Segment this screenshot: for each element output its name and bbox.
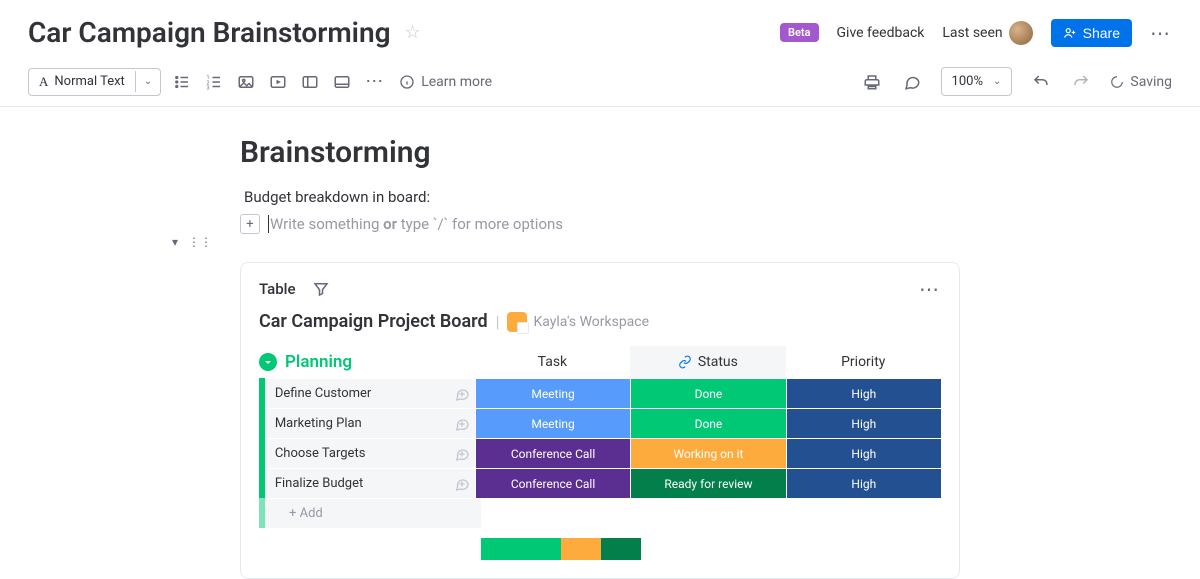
numbered-list-icon[interactable]: 123	[203, 71, 225, 93]
print-icon[interactable]	[861, 71, 883, 93]
column-header-task[interactable]: Task	[475, 346, 630, 378]
compose-input[interactable]: Write something or type `/` for more opt…	[268, 215, 563, 233]
header-more-icon[interactable]: ⋯	[1150, 21, 1172, 45]
last-seen-label: Last seen	[942, 25, 1002, 41]
board-title[interactable]: Car Campaign Project Board	[259, 311, 488, 332]
learn-more-label: Learn more	[421, 74, 492, 90]
add-row-label[interactable]: + Add	[265, 498, 481, 528]
task-cell[interactable]: Meeting	[475, 378, 630, 408]
add-block-button[interactable]: +	[240, 214, 260, 234]
person-plus-icon	[1063, 26, 1077, 40]
table-row[interactable]: Choose Targets Conference CallWorking on …	[259, 438, 941, 468]
separator: |	[496, 312, 500, 331]
embedded-board[interactable]: Table ⋯ Car Campaign Project Board | Kay…	[240, 262, 960, 579]
status-cell[interactable]: Ready for review	[630, 468, 785, 498]
compose-hint-prefix: Write something	[270, 215, 383, 233]
last-seen[interactable]: Last seen	[942, 21, 1032, 45]
column-header-priority[interactable]: Priority	[786, 346, 941, 378]
summary-working	[561, 538, 601, 560]
undo-icon[interactable]	[1030, 71, 1052, 93]
workspace-link[interactable]: Kayla's Workspace	[507, 312, 649, 332]
spinner-icon	[1110, 75, 1124, 89]
status-cell[interactable]: Done	[630, 408, 785, 438]
table-row[interactable]: Finalize Budget Conference CallReady for …	[259, 468, 941, 498]
doc-heading[interactable]: Brainstorming	[240, 135, 960, 170]
board-view-tab[interactable]: Table	[259, 280, 296, 298]
save-status-label: Saving	[1130, 74, 1172, 90]
workspace-badge-icon	[507, 312, 527, 332]
toolbar-more-icon[interactable]: ⋯	[363, 71, 385, 93]
summary-done	[481, 538, 561, 560]
task-cell[interactable]: Conference Call	[475, 438, 630, 468]
info-icon	[399, 74, 415, 90]
row-name[interactable]: Choose Targets	[265, 438, 450, 468]
column-header-status[interactable]: Status	[630, 346, 785, 378]
give-feedback-link[interactable]: Give feedback	[837, 25, 925, 41]
chevron-down-icon: ⌄	[993, 76, 1001, 87]
beta-badge: Beta	[780, 23, 819, 42]
group-collapse-icon[interactable]	[259, 353, 277, 371]
board-more-icon[interactable]: ⋯	[919, 277, 941, 301]
row-name[interactable]: Finalize Budget	[265, 468, 450, 498]
table-row[interactable]: Define Customer MeetingDoneHigh	[259, 378, 941, 408]
zoom-value: 100%	[952, 74, 983, 89]
priority-cell[interactable]: High	[786, 408, 941, 438]
text-style-glyph-icon: A	[39, 74, 48, 90]
avatar[interactable]	[1009, 21, 1033, 45]
filter-icon[interactable]	[310, 278, 332, 300]
chevron-down-icon[interactable]: ⌄	[135, 71, 160, 92]
bulleted-list-icon[interactable]	[171, 71, 193, 93]
status-summary-bar	[241, 528, 959, 560]
comment-icon[interactable]	[901, 71, 923, 93]
doc-subline[interactable]: Budget breakdown in board:	[240, 188, 960, 206]
column-header-status-label: Status	[698, 354, 738, 370]
image-icon[interactable]	[235, 71, 257, 93]
page-title[interactable]: Car Campaign Brainstorming	[28, 16, 391, 49]
compose-hint-or: or	[383, 215, 397, 233]
table-row[interactable]: Marketing Plan MeetingDoneHigh	[259, 408, 941, 438]
workspace-name: Kayla's Workspace	[533, 314, 649, 330]
favorite-star-icon[interactable]: ☆	[405, 22, 421, 43]
save-status: Saving	[1110, 74, 1172, 90]
group-header[interactable]: Planning	[259, 346, 475, 378]
status-cell[interactable]: Done	[630, 378, 785, 408]
priority-cell[interactable]: High	[786, 468, 941, 498]
priority-cell[interactable]: High	[786, 378, 941, 408]
status-cell[interactable]: Working on it	[630, 438, 785, 468]
learn-more-link[interactable]: Learn more	[399, 74, 492, 90]
video-icon[interactable]	[267, 71, 289, 93]
task-cell[interactable]: Meeting	[475, 408, 630, 438]
compose-hint-suffix: type `/` for more options	[397, 215, 563, 233]
task-cell[interactable]: Conference Call	[475, 468, 630, 498]
chat-bubble-icon[interactable]	[450, 438, 475, 468]
row-name[interactable]: Define Customer	[265, 378, 450, 408]
redo-icon[interactable]	[1070, 71, 1092, 93]
share-button[interactable]: Share	[1051, 19, 1132, 47]
drag-handle-icon[interactable]: ⋮⋮	[188, 235, 212, 249]
row-name[interactable]: Marketing Plan	[265, 408, 450, 438]
svg-text:3: 3	[207, 85, 210, 91]
text-style-label: Normal Text	[54, 74, 124, 89]
zoom-dropdown[interactable]: 100% ⌄	[941, 67, 1013, 96]
chat-bubble-icon[interactable]	[450, 408, 475, 438]
text-style-dropdown[interactable]: A Normal Text ⌄	[28, 68, 161, 96]
chat-bubble-icon[interactable]	[450, 468, 475, 498]
group-name[interactable]: Planning	[285, 352, 352, 372]
priority-cell[interactable]: High	[786, 438, 941, 468]
summary-review	[601, 538, 641, 560]
collapse-icon[interactable]: ▾	[172, 235, 178, 249]
link-icon	[678, 355, 692, 369]
chat-bubble-icon[interactable]	[450, 378, 475, 408]
add-row[interactable]: + Add	[259, 498, 941, 528]
share-button-label: Share	[1083, 25, 1120, 41]
layout-icon[interactable]	[299, 71, 321, 93]
embed-icon[interactable]	[331, 71, 353, 93]
